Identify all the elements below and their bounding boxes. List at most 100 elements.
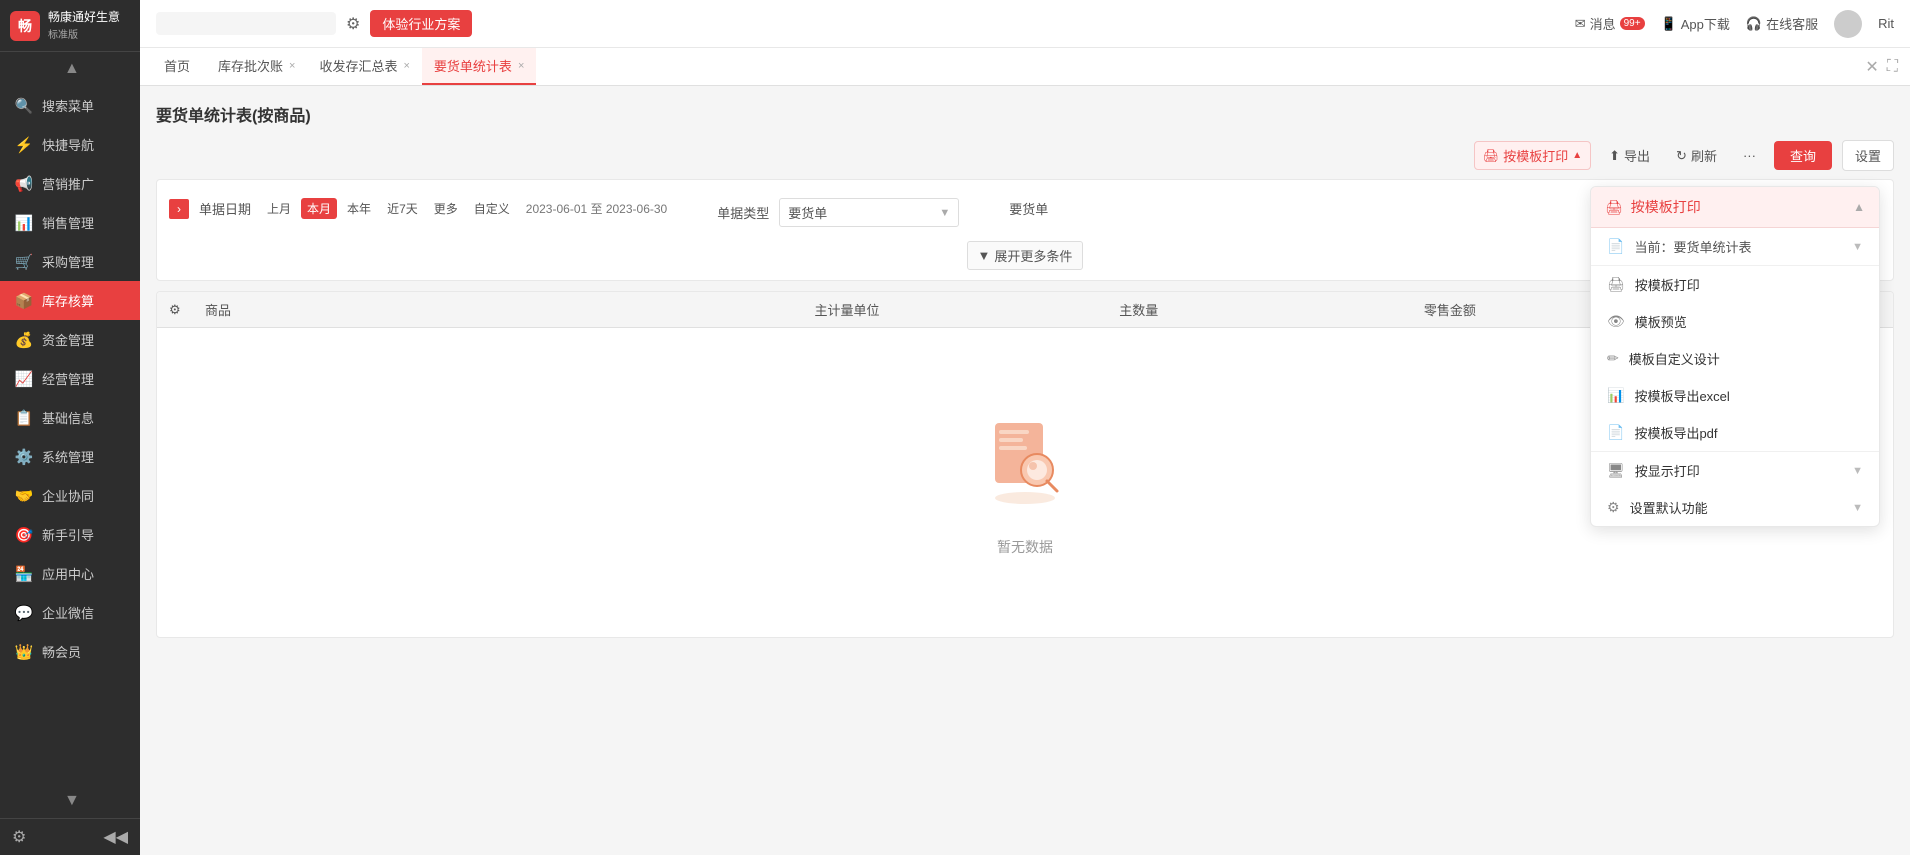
dropdown-item-display-print[interactable]: 🖥 按显示打印 ▼ bbox=[1591, 452, 1879, 489]
settings-col-icon[interactable]: ⚙ bbox=[169, 302, 181, 317]
app-download-button[interactable]: 📱 App下载 bbox=[1661, 14, 1730, 33]
sidebar-item-inventory[interactable]: 📦 库存核算 bbox=[0, 281, 140, 320]
sidebar-item-search[interactable]: 🔍 搜索菜单 bbox=[0, 86, 140, 125]
trial-button[interactable]: 体验行业方案 bbox=[370, 10, 472, 37]
user-avatar[interactable] bbox=[1834, 10, 1862, 38]
template-print-button[interactable]: 🖨 按模板打印 ▲ bbox=[1474, 141, 1591, 170]
sidebar-item-label: 应用中心 bbox=[42, 564, 94, 583]
item-label: 按模板导出excel bbox=[1634, 386, 1729, 405]
settings-icon[interactable]: ⚙ bbox=[12, 827, 26, 847]
tab-receivables[interactable]: 收发存汇总表 × bbox=[307, 48, 421, 85]
tab-home-label: 首页 bbox=[164, 56, 190, 75]
empty-text: 暂无数据 bbox=[997, 537, 1053, 557]
sidebar-item-label: 库存核算 bbox=[42, 291, 94, 310]
date-btn-this-month[interactable]: 本月 bbox=[301, 198, 337, 219]
tab-order-stats[interactable]: 要货单统计表 × bbox=[422, 48, 536, 85]
topbar: ⚙ 体验行业方案 ✉ 消息 99+ 📱 App下载 🎧 在线客服 Rit bbox=[140, 0, 1910, 48]
username-label[interactable]: Rit bbox=[1878, 16, 1894, 31]
sidebar-item-appstore[interactable]: 🏪 应用中心 bbox=[0, 554, 140, 593]
sidebar-item-label: 畅会员 bbox=[42, 642, 81, 661]
sidebar-item-purchase[interactable]: 🛒 采购管理 bbox=[0, 242, 140, 281]
date-buttons: 上月 本月 本年 近7天 更多 自定义 bbox=[261, 198, 516, 219]
item-label: 模板预览 bbox=[1635, 312, 1687, 331]
content-area: 要货单统计表(按商品) 🖨 按模板打印 ▲ ⬆ 导出 ↻ 刷新 ··· 查询 设… bbox=[140, 86, 1910, 855]
settings-button[interactable]: 设置 bbox=[1842, 140, 1894, 171]
message-button[interactable]: ✉ 消息 99+ bbox=[1575, 14, 1645, 33]
filter-type-row: 单据类型 要货单 ▼ bbox=[717, 198, 959, 227]
tab-close-all-button[interactable]: ✕ bbox=[1865, 57, 1878, 77]
tab-inventory-batch[interactable]: 库存批次账 × bbox=[206, 48, 307, 85]
goods-filter: 要货单 bbox=[1009, 199, 1048, 218]
headset-icon: 🎧 bbox=[1746, 16, 1762, 32]
current-template-label: 当前：要货单统计表 bbox=[1634, 237, 1751, 256]
type-select[interactable]: 要货单 ▼ bbox=[779, 198, 959, 227]
export-button[interactable]: ⬆ 导出 bbox=[1601, 142, 1658, 169]
scroll-up-icon[interactable]: ▲ bbox=[60, 56, 80, 82]
dropdown-item-set-default[interactable]: ⚙ 设置默认功能 ▼ bbox=[1591, 489, 1879, 526]
sidebar-item-basic[interactable]: 📋 基础信息 bbox=[0, 398, 140, 437]
dropdown-item-template-print[interactable]: 🖨 按模板打印 bbox=[1591, 266, 1879, 303]
tab-receivables-close[interactable]: × bbox=[403, 60, 409, 72]
username-text: Rit bbox=[1878, 16, 1894, 31]
item-label: 按显示打印 bbox=[1635, 461, 1700, 480]
finance-icon: 💰 bbox=[14, 331, 34, 349]
sidebar-item-quick-nav[interactable]: ⚡ 快捷导航 bbox=[0, 125, 140, 164]
app-version: 标准版 bbox=[48, 26, 120, 41]
dropdown-item-export-excel[interactable]: 📊 按模板导出excel bbox=[1591, 377, 1879, 414]
export-label: 导出 bbox=[1624, 146, 1650, 165]
refresh-label: 刷新 bbox=[1691, 146, 1717, 165]
sidebar-item-system[interactable]: ⚙️ 系统管理 bbox=[0, 437, 140, 476]
sales-icon: 📊 bbox=[14, 214, 34, 232]
scroll-down-icon[interactable]: ▼ bbox=[60, 788, 80, 814]
sidebar-item-member[interactable]: 👑 畅会员 bbox=[0, 632, 140, 671]
tab-inventory-batch-close[interactable]: × bbox=[289, 60, 295, 72]
basic-icon: 📋 bbox=[14, 409, 34, 427]
more-button[interactable]: ··· bbox=[1735, 144, 1764, 167]
sidebar-item-label: 新手引导 bbox=[42, 525, 94, 544]
online-service-button[interactable]: 🎧 在线客服 bbox=[1746, 14, 1818, 33]
expand-more-button[interactable]: ▼ 展开更多条件 bbox=[967, 241, 1084, 270]
sidebar-scroll-up[interactable]: ▲ bbox=[0, 52, 140, 86]
sidebar-item-collab[interactable]: 🤝 企业协同 bbox=[0, 476, 140, 515]
sidebar-item-guide[interactable]: 🎯 新手引导 bbox=[0, 515, 140, 554]
date-btn-this-year[interactable]: 本年 bbox=[341, 198, 377, 219]
appstore-icon: 🏪 bbox=[14, 565, 34, 583]
dropdown-item-template-preview[interactable]: 👁 模板预览 bbox=[1591, 303, 1879, 340]
logo-icon: 畅 bbox=[10, 11, 40, 41]
dropdown-current-template[interactable]: 📄 当前：要货单统计表 ▼ bbox=[1591, 228, 1879, 265]
system-icon: ⚙️ bbox=[14, 448, 34, 466]
sidebar-scroll-down[interactable]: ▼ bbox=[0, 784, 140, 818]
date-btn-last-month[interactable]: 上月 bbox=[261, 198, 297, 219]
date-btn-custom[interactable]: 自定义 bbox=[468, 198, 516, 219]
sidebar-item-operation[interactable]: 📈 经营管理 bbox=[0, 359, 140, 398]
topbar-gear-icon[interactable]: ⚙ bbox=[346, 14, 360, 34]
message-badge: 99+ bbox=[1620, 17, 1645, 30]
display-print-icon: 🖥 bbox=[1607, 462, 1625, 479]
audio-icon[interactable]: ◀◀ bbox=[103, 827, 128, 847]
sidebar-item-finance[interactable]: 💰 资金管理 bbox=[0, 320, 140, 359]
type-select-arrow: ▼ bbox=[939, 207, 950, 219]
dropdown-item-export-pdf[interactable]: 📄 按模板导出pdf bbox=[1591, 414, 1879, 451]
sidebar-item-wechat[interactable]: 💬 企业微信 bbox=[0, 593, 140, 632]
query-button[interactable]: 查询 bbox=[1774, 141, 1832, 170]
refresh-icon: ↻ bbox=[1676, 148, 1687, 164]
sidebar-item-label: 销售管理 bbox=[42, 213, 94, 232]
dropdown-item-template-custom[interactable]: ✏ 模板自定义设计 bbox=[1591, 340, 1879, 377]
more-icon: ··· bbox=[1743, 148, 1756, 163]
filter-expand-icon[interactable]: › bbox=[169, 199, 189, 219]
app-download-label: App下载 bbox=[1681, 14, 1730, 33]
printer-icon: 🖨 bbox=[1483, 148, 1500, 164]
tab-order-stats-close[interactable]: × bbox=[518, 60, 524, 72]
refresh-button[interactable]: ↻ 刷新 bbox=[1668, 142, 1725, 169]
search-icon: 🔍 bbox=[14, 97, 34, 115]
dropdown-title: 按模板打印 bbox=[1631, 197, 1701, 217]
sidebar-item-label: 搜索菜单 bbox=[42, 96, 94, 115]
sidebar-item-marketing[interactable]: 📢 营销推广 bbox=[0, 164, 140, 203]
tab-expand-button[interactable]: ⛶ bbox=[1887, 58, 1898, 76]
topbar-search-input[interactable] bbox=[156, 12, 336, 35]
tab-home[interactable]: 首页 bbox=[152, 48, 202, 85]
sidebar-item-sales[interactable]: 📊 销售管理 bbox=[0, 203, 140, 242]
col-checkbox: ⚙ bbox=[169, 302, 205, 318]
date-btn-7days[interactable]: 近7天 bbox=[381, 198, 424, 219]
date-btn-more[interactable]: 更多 bbox=[428, 198, 464, 219]
